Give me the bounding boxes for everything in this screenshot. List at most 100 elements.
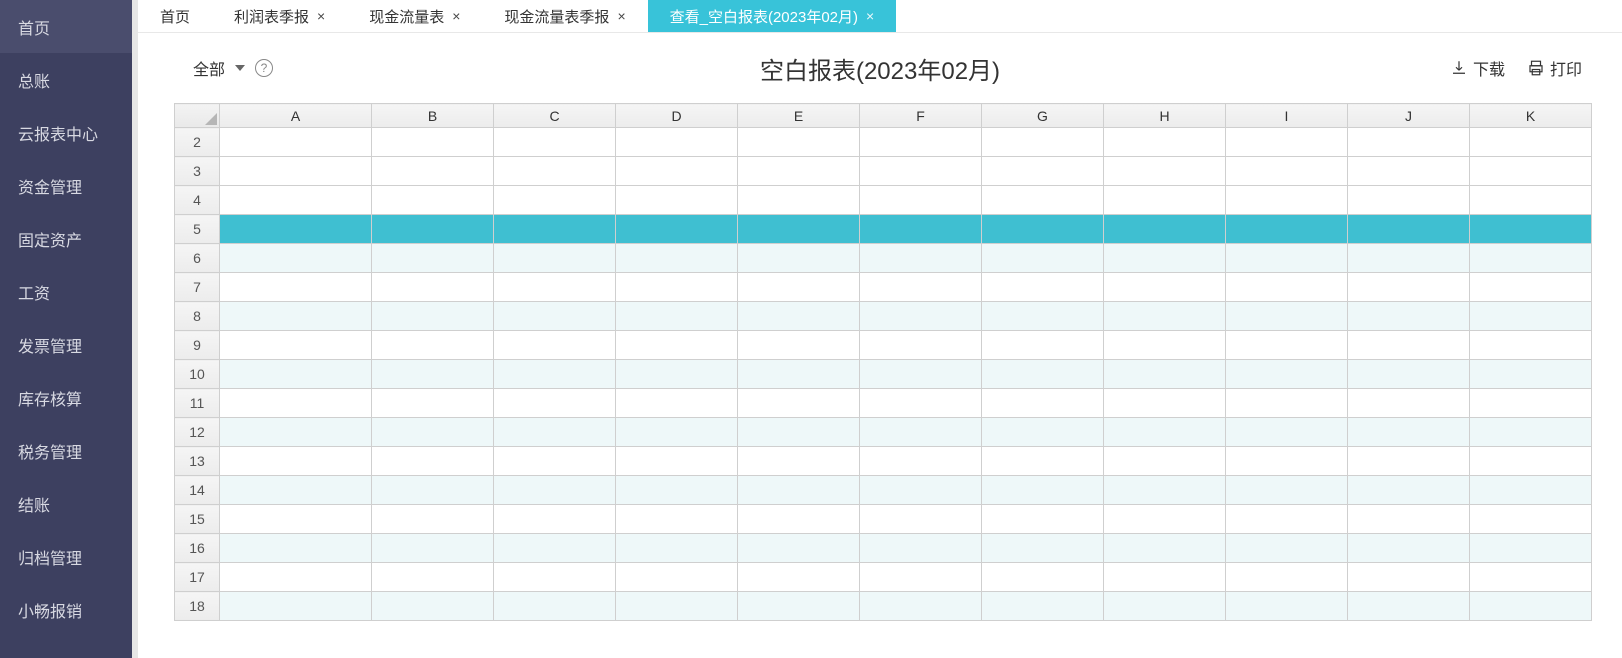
- cell-K4[interactable]: [1470, 186, 1592, 215]
- cell-I5[interactable]: [1226, 215, 1348, 244]
- tab-3[interactable]: 现金流量表季报×: [482, 0, 647, 32]
- cell-G7[interactable]: [982, 273, 1104, 302]
- cell-F18[interactable]: [860, 592, 982, 621]
- cell-J11[interactable]: [1348, 389, 1470, 418]
- cell-I4[interactable]: [1226, 186, 1348, 215]
- cell-C13[interactable]: [494, 447, 616, 476]
- cell-G16[interactable]: [982, 534, 1104, 563]
- column-header-J[interactable]: J: [1348, 104, 1470, 128]
- cell-A8[interactable]: [220, 302, 372, 331]
- cell-E10[interactable]: [738, 360, 860, 389]
- row-header-6[interactable]: 6: [175, 244, 220, 273]
- cell-D9[interactable]: [616, 331, 738, 360]
- cell-B18[interactable]: [372, 592, 494, 621]
- cell-H16[interactable]: [1104, 534, 1226, 563]
- print-button[interactable]: 打印: [1527, 56, 1582, 80]
- cell-I3[interactable]: [1226, 157, 1348, 186]
- cell-K2[interactable]: [1470, 128, 1592, 157]
- sidebar-item-11[interactable]: 小畅报销: [0, 583, 132, 636]
- column-header-G[interactable]: G: [982, 104, 1104, 128]
- cell-B4[interactable]: [372, 186, 494, 215]
- row-header-10[interactable]: 10: [175, 360, 220, 389]
- cell-F4[interactable]: [860, 186, 982, 215]
- cell-H5[interactable]: [1104, 215, 1226, 244]
- cell-F8[interactable]: [860, 302, 982, 331]
- cell-B6[interactable]: [372, 244, 494, 273]
- cell-E5[interactable]: [738, 215, 860, 244]
- cell-D18[interactable]: [616, 592, 738, 621]
- cell-B5[interactable]: [372, 215, 494, 244]
- sidebar-item-9[interactable]: 结账: [0, 477, 132, 530]
- cell-I8[interactable]: [1226, 302, 1348, 331]
- row-header-7[interactable]: 7: [175, 273, 220, 302]
- tab-1[interactable]: 利润表季报×: [212, 0, 347, 32]
- cell-A7[interactable]: [220, 273, 372, 302]
- cell-E12[interactable]: [738, 418, 860, 447]
- row-header-4[interactable]: 4: [175, 186, 220, 215]
- column-header-F[interactable]: F: [860, 104, 982, 128]
- cell-A3[interactable]: [220, 157, 372, 186]
- cell-I6[interactable]: [1226, 244, 1348, 273]
- cell-J17[interactable]: [1348, 563, 1470, 592]
- row-header-12[interactable]: 12: [175, 418, 220, 447]
- help-icon[interactable]: ?: [255, 59, 273, 77]
- cell-G4[interactable]: [982, 186, 1104, 215]
- cell-C10[interactable]: [494, 360, 616, 389]
- cell-A13[interactable]: [220, 447, 372, 476]
- cell-I15[interactable]: [1226, 505, 1348, 534]
- cell-I16[interactable]: [1226, 534, 1348, 563]
- cell-H2[interactable]: [1104, 128, 1226, 157]
- cell-F16[interactable]: [860, 534, 982, 563]
- cell-B15[interactable]: [372, 505, 494, 534]
- cell-A17[interactable]: [220, 563, 372, 592]
- cell-K3[interactable]: [1470, 157, 1592, 186]
- cell-B9[interactable]: [372, 331, 494, 360]
- cell-J3[interactable]: [1348, 157, 1470, 186]
- cell-F7[interactable]: [860, 273, 982, 302]
- sidebar-item-6[interactable]: 发票管理: [0, 318, 132, 371]
- cell-F6[interactable]: [860, 244, 982, 273]
- cell-I14[interactable]: [1226, 476, 1348, 505]
- row-header-9[interactable]: 9: [175, 331, 220, 360]
- close-icon[interactable]: ×: [866, 8, 874, 24]
- cell-C7[interactable]: [494, 273, 616, 302]
- cell-G2[interactable]: [982, 128, 1104, 157]
- cell-G6[interactable]: [982, 244, 1104, 273]
- cell-B10[interactable]: [372, 360, 494, 389]
- cell-K14[interactable]: [1470, 476, 1592, 505]
- cell-K15[interactable]: [1470, 505, 1592, 534]
- cell-H4[interactable]: [1104, 186, 1226, 215]
- sheet-corner[interactable]: [175, 104, 220, 128]
- cell-A6[interactable]: [220, 244, 372, 273]
- cell-H14[interactable]: [1104, 476, 1226, 505]
- cell-D7[interactable]: [616, 273, 738, 302]
- cell-A9[interactable]: [220, 331, 372, 360]
- cell-K10[interactable]: [1470, 360, 1592, 389]
- cell-G3[interactable]: [982, 157, 1104, 186]
- cell-G17[interactable]: [982, 563, 1104, 592]
- cell-C3[interactable]: [494, 157, 616, 186]
- cell-E14[interactable]: [738, 476, 860, 505]
- cell-F11[interactable]: [860, 389, 982, 418]
- cell-K12[interactable]: [1470, 418, 1592, 447]
- row-header-14[interactable]: 14: [175, 476, 220, 505]
- cell-C5[interactable]: [494, 215, 616, 244]
- cell-E11[interactable]: [738, 389, 860, 418]
- cell-B11[interactable]: [372, 389, 494, 418]
- cell-J16[interactable]: [1348, 534, 1470, 563]
- cell-K11[interactable]: [1470, 389, 1592, 418]
- cell-H17[interactable]: [1104, 563, 1226, 592]
- cell-D8[interactable]: [616, 302, 738, 331]
- cell-K6[interactable]: [1470, 244, 1592, 273]
- cell-B3[interactable]: [372, 157, 494, 186]
- cell-K17[interactable]: [1470, 563, 1592, 592]
- column-header-D[interactable]: D: [616, 104, 738, 128]
- row-header-13[interactable]: 13: [175, 447, 220, 476]
- cell-A15[interactable]: [220, 505, 372, 534]
- row-header-5[interactable]: 5: [175, 215, 220, 244]
- close-icon[interactable]: ×: [617, 8, 625, 24]
- cell-K7[interactable]: [1470, 273, 1592, 302]
- cell-A18[interactable]: [220, 592, 372, 621]
- row-header-8[interactable]: 8: [175, 302, 220, 331]
- cell-A14[interactable]: [220, 476, 372, 505]
